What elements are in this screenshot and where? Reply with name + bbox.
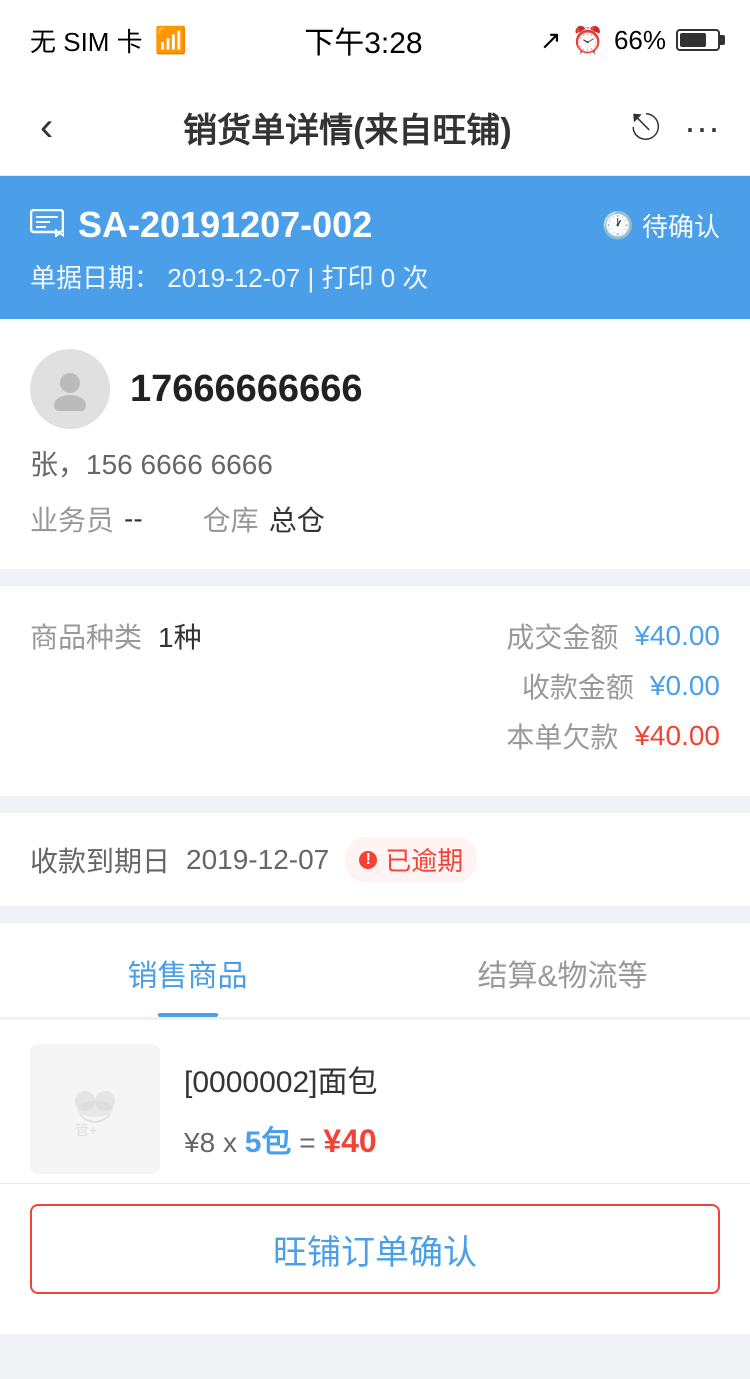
warehouse-info: 仓库 总仓 — [203, 499, 325, 539]
tab-products-label: 销售商品 — [128, 960, 248, 993]
status-bar-left: 无 SIM 卡 📶 — [30, 22, 187, 59]
overdue-icon: ! — [359, 851, 377, 869]
order-id-row: SA-20191207-002 🕐 待确认 — [30, 204, 720, 246]
nav-bar: ‹ 销货单详情(来自旺铺) ⎋ ··· — [0, 80, 750, 176]
bottom-bar: 旺铺订单确认 — [0, 1183, 750, 1334]
staff-value: -- — [124, 503, 143, 535]
date-label: 单据日期： — [30, 263, 160, 293]
tab-products[interactable]: 销售商品 — [0, 923, 375, 1017]
product-type-value: 1种 — [158, 616, 202, 656]
product-total: ¥40 — [323, 1123, 376, 1159]
location-icon: ↗ — [540, 25, 562, 56]
battery-percent: 66% — [614, 25, 666, 56]
back-button[interactable]: ‹ — [30, 95, 63, 160]
staff-label: 业务员 — [30, 499, 114, 539]
customer-name: 张，156 6666 6666 — [30, 443, 720, 483]
tabs-row: 销售商品 结算&物流等 — [0, 923, 750, 1018]
product-type-label: 商品种类 — [30, 616, 142, 656]
summary-right: 成交金额 ¥40.00 收款金额 ¥0.00 本单欠款 ¥40.00 — [506, 616, 720, 766]
equals-sign: = — [299, 1127, 323, 1158]
status-bar-right: ↗ ⏰ 66% — [540, 25, 720, 56]
carrier-text: 无 SIM 卡 — [30, 22, 143, 59]
order-id-text: SA-20191207-002 — [78, 204, 372, 246]
battery-icon — [676, 29, 720, 51]
product-qty: 5包 — [245, 1126, 292, 1159]
received-label: 收款金额 — [522, 666, 634, 706]
wifi-icon: 📶 — [155, 25, 187, 56]
amount-value: ¥40.00 — [634, 620, 720, 652]
product-item: 管+ [0000002]面包 ¥8 x 5包 = ¥40 — [0, 1020, 750, 1199]
avatar — [30, 349, 110, 429]
due-date-label: 收款到期日 — [30, 840, 170, 880]
overdue-badge: ! 已逾期 — [345, 837, 477, 882]
received-value: ¥0.00 — [650, 670, 720, 702]
confirm-order-button[interactable]: 旺铺订单确认 — [30, 1204, 720, 1294]
more-button[interactable]: ··· — [684, 107, 720, 149]
price-unit: ¥8 — [184, 1127, 215, 1158]
share-button[interactable]: ⎋ — [632, 106, 660, 149]
tab-settlement[interactable]: 结算&物流等 — [375, 923, 750, 1017]
status-clock-icon: 🕐 — [602, 210, 634, 241]
product-name: [0000002]面包 — [184, 1057, 720, 1101]
tab-settlement-label: 结算&物流等 — [477, 960, 647, 993]
order-id: SA-20191207-002 — [30, 204, 372, 246]
customer-phone: 17666666666 — [130, 368, 362, 411]
svg-text:管+: 管+ — [75, 1122, 97, 1138]
overdue-text: 已逾期 — [385, 841, 463, 878]
order-date: 2019-12-07 — [167, 263, 300, 293]
product-type-row: 商品种类 1种 — [30, 616, 202, 656]
product-price: ¥8 x 5包 = ¥40 — [184, 1117, 720, 1161]
customer-row: 17666666666 — [30, 349, 720, 429]
arrears-value: ¥40.00 — [634, 720, 720, 752]
order-status: 🕐 待确认 — [602, 207, 720, 244]
order-icon — [30, 204, 64, 246]
date-separator: | — [307, 263, 321, 293]
multiply-sign: x — [223, 1127, 245, 1158]
amount-row: 成交金额 ¥40.00 — [506, 616, 720, 656]
tabs-section: 销售商品 结算&物流等 — [0, 923, 750, 1018]
customer-meta: 业务员 -- 仓库 总仓 — [30, 499, 720, 539]
status-text: 待确认 — [642, 207, 720, 244]
alarm-icon: ⏰ — [572, 25, 604, 56]
order-date-row: 单据日期： 2019-12-07 | 打印 0 次 — [30, 258, 720, 295]
amount-label: 成交金额 — [506, 616, 618, 656]
order-header-card: SA-20191207-002 🕐 待确认 单据日期： 2019-12-07 |… — [0, 176, 750, 319]
staff-info: 业务员 -- — [30, 499, 143, 539]
summary-section: 商品种类 1种 成交金额 ¥40.00 收款金额 ¥0.00 本单欠款 ¥40.… — [0, 586, 750, 796]
warehouse-value: 总仓 — [269, 499, 325, 539]
due-date-value: 2019-12-07 — [186, 844, 329, 876]
due-date-section: 收款到期日 2019-12-07 ! 已逾期 — [0, 813, 750, 906]
time-display: 下午3:28 — [304, 18, 422, 62]
summary-left: 商品种类 1种 — [30, 616, 202, 662]
product-list: 管+ [0000002]面包 ¥8 x 5包 = ¥40 — [0, 1020, 750, 1199]
arrears-row: 本单欠款 ¥40.00 — [506, 716, 720, 756]
arrears-label: 本单欠款 — [506, 716, 618, 756]
product-image: 管+ — [30, 1044, 160, 1174]
product-info: [0000002]面包 ¥8 x 5包 = ¥40 — [184, 1057, 720, 1161]
nav-actions: ⎋ ··· — [632, 106, 720, 149]
received-row: 收款金额 ¥0.00 — [506, 666, 720, 706]
warehouse-label: 仓库 — [203, 499, 259, 539]
print-text: 打印 0 次 — [321, 263, 428, 293]
page-title: 销货单详情(来自旺铺) — [183, 103, 512, 152]
customer-section: 17666666666 张，156 6666 6666 业务员 -- 仓库 总仓 — [0, 319, 750, 569]
status-bar: 无 SIM 卡 📶 下午3:28 ↗ ⏰ 66% — [0, 0, 750, 80]
